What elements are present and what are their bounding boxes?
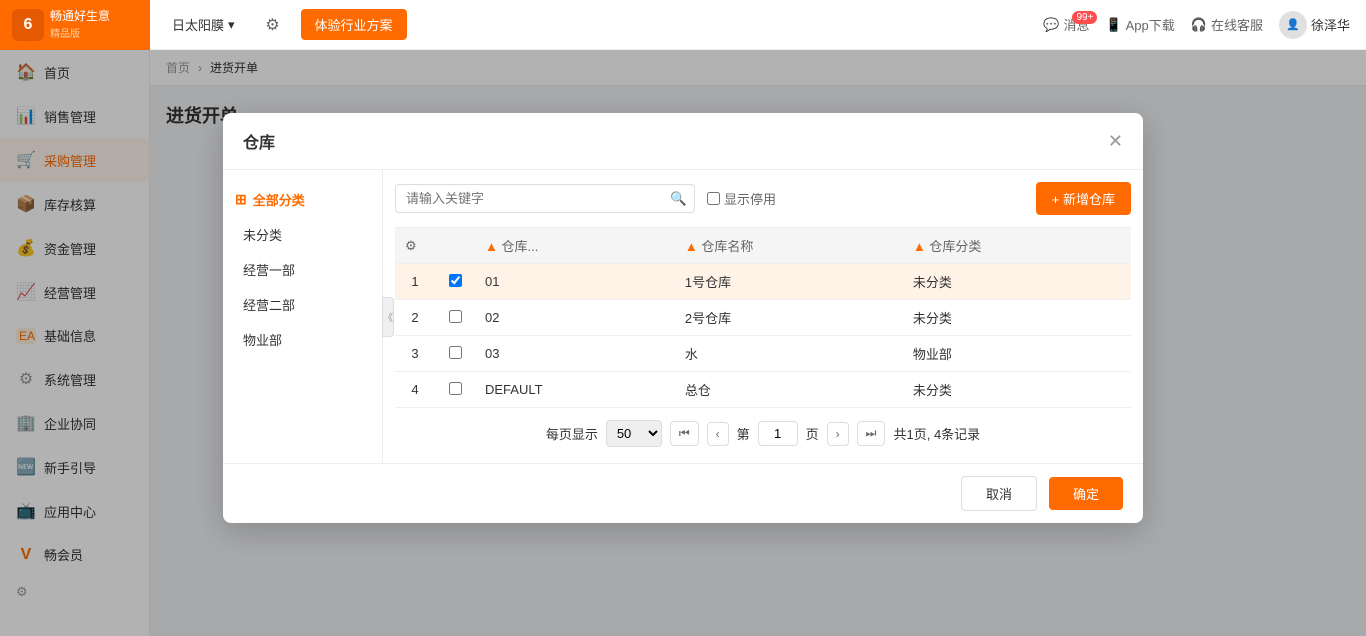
cell-category: 未分类	[903, 372, 1131, 408]
cell-num: 1	[395, 264, 435, 300]
search-input[interactable]	[395, 184, 695, 213]
cell-check[interactable]	[435, 264, 475, 300]
per-page-select[interactable]: 50 100	[606, 420, 662, 447]
top-header: 6 畅通好生意 精品版 日太阳膜 ▾ ⚙ 体验行业方案 💬 消息 99+ 📱 A…	[0, 0, 1366, 50]
chevron-down-icon: ▾	[228, 17, 235, 33]
cancel-button[interactable]: 取消	[961, 476, 1037, 511]
message-icon: 💬	[1043, 17, 1059, 33]
first-page-button[interactable]: ⏮	[670, 421, 699, 446]
cell-category: 物业部	[903, 336, 1131, 372]
trial-button[interactable]: 体验行业方案	[301, 9, 407, 40]
table-row[interactable]: 2 02 2号仓库 未分类	[395, 300, 1131, 336]
modal-footer: 取消 确定	[223, 463, 1143, 523]
user-menu[interactable]: 👤 徐泽华	[1279, 11, 1350, 39]
next-page-button[interactable]: ›	[827, 422, 849, 446]
cell-code: 01	[475, 264, 675, 300]
col-header-gear: ⚙	[395, 228, 435, 264]
logo-icon: 6	[12, 9, 44, 41]
app-download-button[interactable]: 📱 App下载	[1105, 15, 1174, 34]
cell-code: DEFAULT	[475, 372, 675, 408]
table-panel: 🔍 显示停用 + 新增仓库 ⚙ ▲	[383, 170, 1143, 463]
cell-check[interactable]	[435, 300, 475, 336]
prev-page-button[interactable]: ‹	[707, 422, 729, 446]
modal-close-button[interactable]: ✕	[1108, 132, 1123, 150]
logo-title: 畅通好生意	[50, 9, 110, 25]
pagination: 每页显示 50 100 ⏮ ‹ 第 页 › ⏭ 共1页, 4条记录	[395, 408, 1131, 451]
category-collapse-button[interactable]: 《	[382, 297, 394, 337]
cell-name: 1号仓库	[675, 264, 903, 300]
cell-num: 2	[395, 300, 435, 336]
service-button[interactable]: 🎧 在线客服	[1191, 15, 1263, 34]
table-row[interactable]: 1 01 1号仓库 未分类	[395, 264, 1131, 300]
cell-code: 03	[475, 336, 675, 372]
logo-sub: 精品版	[50, 25, 110, 40]
message-button[interactable]: 💬 消息 99+	[1043, 15, 1089, 34]
table-header-row: ⚙ ▲ 仓库... ▲ 仓库名称 ▲	[395, 228, 1131, 264]
modal-header: 仓库 ✕	[223, 113, 1143, 170]
cell-category: 未分类	[903, 264, 1131, 300]
cell-num: 4	[395, 372, 435, 408]
all-category-button[interactable]: ⊞ 全部分类	[223, 182, 382, 217]
search-wrapper: 🔍	[395, 184, 695, 213]
message-badge: 99+	[1072, 11, 1097, 24]
table-row[interactable]: 3 03 水 物业部	[395, 336, 1131, 372]
show-disabled-checkbox[interactable]	[707, 192, 720, 205]
category-item-dept2[interactable]: 经营二部	[223, 287, 382, 322]
cell-code: 02	[475, 300, 675, 336]
category-item-dept1[interactable]: 经营一部	[223, 252, 382, 287]
col-header-category: ▲ 仓库分类	[903, 228, 1131, 264]
settings-icon[interactable]: ⚙	[257, 9, 289, 41]
col-header-check	[435, 228, 475, 264]
sort-name-icon: ▲	[685, 239, 698, 254]
category-panel: ⊞ 全部分类 未分类 经营一部 经营二部 物业部 《	[223, 170, 383, 463]
last-page-button[interactable]: ⏭	[857, 421, 886, 446]
logo-area: 6 畅通好生意 精品版	[0, 0, 150, 50]
warehouse-table: ⚙ ▲ 仓库... ▲ 仓库名称 ▲	[395, 227, 1131, 408]
col-header-name: ▲ 仓库名称	[675, 228, 903, 264]
page-number-input[interactable]	[758, 421, 798, 446]
cell-name: 2号仓库	[675, 300, 903, 336]
cell-num: 3	[395, 336, 435, 372]
category-item-property[interactable]: 物业部	[223, 322, 382, 357]
cell-name: 水	[675, 336, 903, 372]
cell-category: 未分类	[903, 300, 1131, 336]
header-right: 💬 消息 99+ 📱 App下载 🎧 在线客服 👤 徐泽华	[1043, 11, 1350, 39]
warehouse-modal: 仓库 ✕ ⊞ 全部分类 未分类 经营一部 经营二部 物业部 《 🔍	[223, 113, 1143, 523]
grid-icon: ⊞	[235, 191, 247, 208]
headset-icon: 🎧	[1191, 17, 1207, 33]
add-warehouse-button[interactable]: + 新增仓库	[1036, 182, 1131, 215]
show-disabled-label[interactable]: 显示停用	[707, 189, 776, 208]
cell-name: 总仓	[675, 372, 903, 408]
cell-check[interactable]	[435, 336, 475, 372]
confirm-button[interactable]: 确定	[1049, 477, 1123, 510]
table-body: 1 01 1号仓库 未分类 2 02 2号仓库 未分类 3 03 水 物业部 4…	[395, 264, 1131, 408]
search-button[interactable]: 🔍	[670, 191, 687, 207]
table-container: ⚙ ▲ 仓库... ▲ 仓库名称 ▲	[395, 227, 1131, 408]
store-selector[interactable]: 日太阳膜 ▾	[162, 15, 245, 34]
category-item-unclassified[interactable]: 未分类	[223, 217, 382, 252]
col-header-code: ▲ 仓库...	[475, 228, 675, 264]
table-row[interactable]: 4 DEFAULT 总仓 未分类	[395, 372, 1131, 408]
cell-check[interactable]	[435, 372, 475, 408]
sort-cat-icon: ▲	[913, 239, 926, 254]
table-head: ⚙ ▲ 仓库... ▲ 仓库名称 ▲	[395, 228, 1131, 264]
sort-code-icon: ▲	[485, 239, 498, 254]
modal-body: ⊞ 全部分类 未分类 经营一部 经营二部 物业部 《 🔍 显示停用 + 新增	[223, 170, 1143, 463]
mobile-icon: 📱	[1105, 17, 1121, 33]
avatar: 👤	[1279, 11, 1307, 39]
modal-title: 仓库	[243, 129, 275, 153]
table-toolbar: 🔍 显示停用 + 新增仓库	[395, 182, 1131, 215]
